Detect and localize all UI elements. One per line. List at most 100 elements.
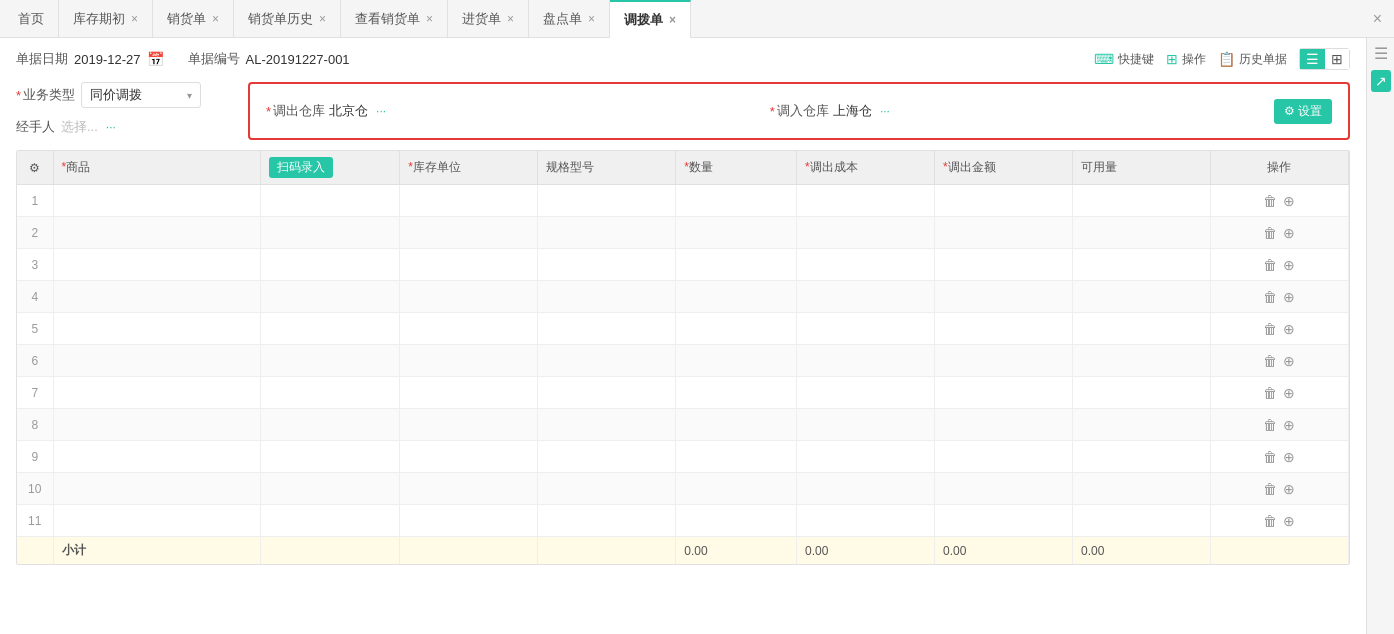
row-qty[interactable] <box>676 185 797 217</box>
row-unit[interactable] <box>400 249 538 281</box>
tab-stock-take[interactable]: 盘点单 × <box>529 0 610 38</box>
tab-inventory-start[interactable]: 库存期初 × <box>59 0 153 38</box>
row-cost[interactable] <box>796 409 934 441</box>
delete-icon[interactable]: 🗑 <box>1263 353 1277 369</box>
row-spec[interactable] <box>538 505 676 537</box>
delete-icon[interactable]: 🗑 <box>1263 417 1277 433</box>
row-cost[interactable] <box>796 345 934 377</box>
row-unit[interactable] <box>400 441 538 473</box>
business-type-input[interactable]: 同价调拨 ▾ <box>81 82 201 108</box>
row-cost[interactable] <box>796 185 934 217</box>
copy-icon[interactable]: ⊕ <box>1283 449 1295 465</box>
row-qty[interactable] <box>676 473 797 505</box>
close-stock-take[interactable]: × <box>588 12 595 26</box>
row-amount[interactable] <box>934 217 1072 249</box>
copy-icon[interactable]: ⊕ <box>1283 385 1295 401</box>
row-cost[interactable] <box>796 473 934 505</box>
close-transfer-order[interactable]: × <box>669 13 676 27</box>
row-spec[interactable] <box>538 281 676 313</box>
row-spec[interactable] <box>538 185 676 217</box>
row-unit[interactable] <box>400 505 538 537</box>
row-spec[interactable] <box>538 249 676 281</box>
row-cost[interactable] <box>796 249 934 281</box>
copy-icon[interactable]: ⊕ <box>1283 417 1295 433</box>
row-amount[interactable] <box>934 377 1072 409</box>
row-cost[interactable] <box>796 441 934 473</box>
row-cost[interactable] <box>796 505 934 537</box>
row-goods[interactable] <box>53 249 260 281</box>
close-all-tabs[interactable]: × <box>1365 10 1390 28</box>
transfer-out-ellipsis[interactable]: ··· <box>376 104 386 118</box>
row-goods[interactable] <box>53 473 260 505</box>
shortcuts-action[interactable]: ⌨ 快捷键 <box>1094 51 1154 68</box>
row-amount[interactable] <box>934 473 1072 505</box>
list-view-button[interactable]: ☰ <box>1300 49 1325 69</box>
agent-placeholder[interactable]: 选择... <box>61 118 98 136</box>
operations-action[interactable]: ⊞ 操作 <box>1166 51 1206 68</box>
copy-icon[interactable]: ⊕ <box>1283 257 1295 273</box>
row-qty[interactable] <box>676 249 797 281</box>
row-unit[interactable] <box>400 473 538 505</box>
row-unit[interactable] <box>400 345 538 377</box>
row-qty[interactable] <box>676 281 797 313</box>
sidebar-list-icon[interactable]: ☰ <box>1374 46 1388 62</box>
row-unit[interactable] <box>400 281 538 313</box>
copy-icon[interactable]: ⊕ <box>1283 481 1295 497</box>
settings-button[interactable]: ⚙ 设置 <box>1274 99 1332 124</box>
delete-icon[interactable]: 🗑 <box>1263 481 1277 497</box>
close-sales-history[interactable]: × <box>319 12 326 26</box>
row-qty[interactable] <box>676 409 797 441</box>
history-action[interactable]: 📋 历史单据 <box>1218 51 1287 68</box>
copy-icon[interactable]: ⊕ <box>1283 193 1295 209</box>
row-amount[interactable] <box>934 313 1072 345</box>
row-unit[interactable] <box>400 377 538 409</box>
row-amount[interactable] <box>934 249 1072 281</box>
row-amount[interactable] <box>934 505 1072 537</box>
row-amount[interactable] <box>934 345 1072 377</box>
close-view-sales[interactable]: × <box>426 12 433 26</box>
row-spec[interactable] <box>538 313 676 345</box>
row-unit[interactable] <box>400 217 538 249</box>
row-amount[interactable] <box>934 441 1072 473</box>
row-spec[interactable] <box>538 409 676 441</box>
row-cost[interactable] <box>796 217 934 249</box>
copy-icon[interactable]: ⊕ <box>1283 289 1295 305</box>
delete-icon[interactable]: 🗑 <box>1263 225 1277 241</box>
row-goods[interactable] <box>53 441 260 473</box>
calendar-icon[interactable]: 📅 <box>147 51 164 67</box>
row-spec[interactable] <box>538 377 676 409</box>
tab-sales-order[interactable]: 销货单 × <box>153 0 234 38</box>
delete-icon[interactable]: 🗑 <box>1263 257 1277 273</box>
row-cost[interactable] <box>796 281 934 313</box>
row-goods[interactable] <box>53 409 260 441</box>
transfer-in-ellipsis[interactable]: ··· <box>880 104 890 118</box>
row-goods[interactable] <box>53 217 260 249</box>
copy-icon[interactable]: ⊕ <box>1283 353 1295 369</box>
row-spec[interactable] <box>538 441 676 473</box>
row-unit[interactable] <box>400 185 538 217</box>
tab-view-sales[interactable]: 查看销货单 × <box>341 0 448 38</box>
row-spec[interactable] <box>538 217 676 249</box>
copy-icon[interactable]: ⊕ <box>1283 225 1295 241</box>
row-goods[interactable] <box>53 345 260 377</box>
close-inventory-start[interactable]: × <box>131 12 138 26</box>
col-gear[interactable]: ⚙ <box>17 151 53 185</box>
delete-icon[interactable]: 🗑 <box>1263 385 1277 401</box>
row-goods[interactable] <box>53 281 260 313</box>
close-purchase-order[interactable]: × <box>507 12 514 26</box>
row-goods[interactable] <box>53 505 260 537</box>
row-amount[interactable] <box>934 281 1072 313</box>
row-goods[interactable] <box>53 377 260 409</box>
tab-home[interactable]: 首页 <box>4 0 59 38</box>
row-goods[interactable] <box>53 185 260 217</box>
row-qty[interactable] <box>676 441 797 473</box>
row-amount[interactable] <box>934 185 1072 217</box>
row-cost[interactable] <box>796 313 934 345</box>
delete-icon[interactable]: 🗑 <box>1263 513 1277 529</box>
sidebar-export-icon[interactable]: ↗ <box>1371 70 1391 92</box>
row-amount[interactable] <box>934 409 1072 441</box>
tab-transfer-order[interactable]: 调拨单 × <box>610 0 691 38</box>
delete-icon[interactable]: 🗑 <box>1263 449 1277 465</box>
row-unit[interactable] <box>400 409 538 441</box>
agent-ellipsis[interactable]: ··· <box>106 120 116 134</box>
